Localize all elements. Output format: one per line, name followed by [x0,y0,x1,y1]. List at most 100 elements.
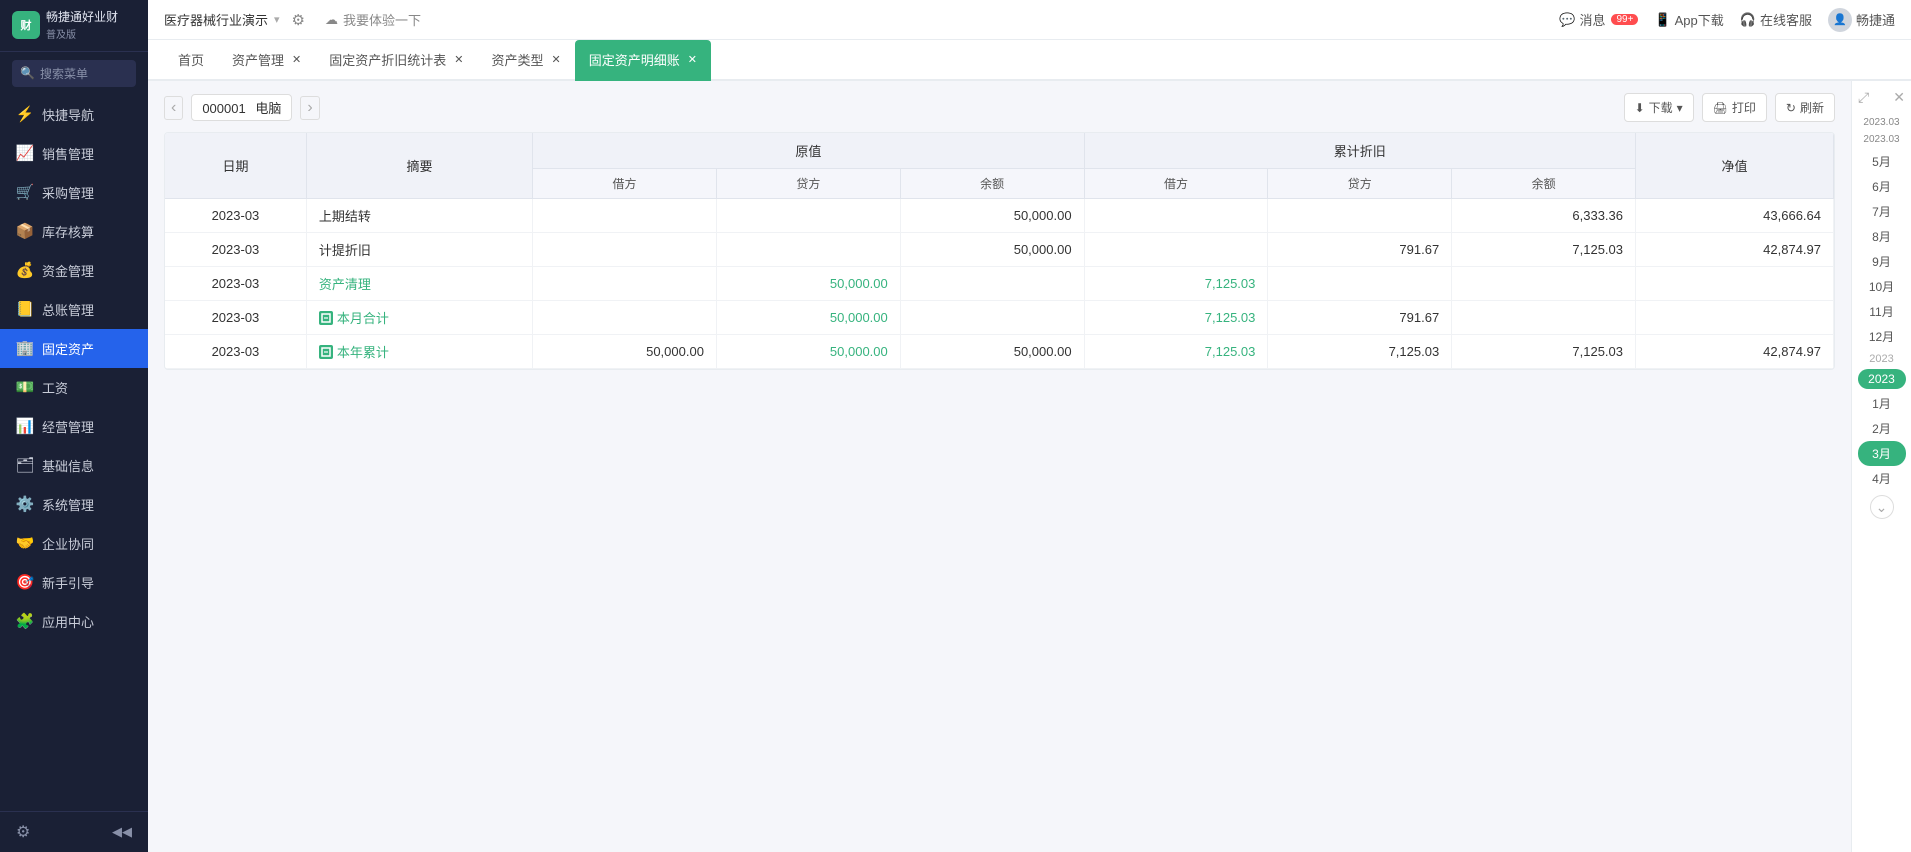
next-asset-button[interactable]: › [300,96,319,120]
tab-label: 资产管理 [232,50,284,69]
timeline-month[interactable]: 12月 [1858,324,1906,349]
sidebar-item-label: 总账管理 [42,300,94,319]
timeline-month[interactable]: 6月 [1858,174,1906,199]
cell-orig-debit [533,233,717,267]
app-download-button[interactable]: 📱 App下载 [1654,10,1723,29]
cell-net-value [1636,301,1834,335]
sidebar-item-basic-info[interactable]: 🗂 基础信息 [0,446,148,485]
timeline-month[interactable]: 5月 [1858,149,1906,174]
topbar-settings-icon[interactable]: ⚙ [292,11,305,29]
app-version: 普及版 [46,26,118,41]
sidebar-item-guide[interactable]: 🎯 新手引导 [0,563,148,602]
sidebar-search[interactable]: 🔍 搜索菜单 [12,60,136,87]
tab-asset-type[interactable]: 资产类型 ✕ [477,40,574,81]
sidebar-item-fund[interactable]: 💰 资金管理 [0,251,148,290]
ledger-icon: 📒 [16,300,34,318]
sidebar-scroll: 🔍 搜索菜单 ⚡ 快捷导航 📈 销售管理 🛒 采购管理 📦 库存核算 💰 资金管… [0,52,148,811]
timeline-month[interactable]: 7月 [1858,199,1906,224]
sidebar-item-salary[interactable]: 💵 工资 [0,368,148,407]
quick-nav-icon: ⚡ [16,105,34,123]
timeline-month[interactable]: 8月 [1858,224,1906,249]
tab-asset-mgmt[interactable]: 资产管理 ✕ [218,40,315,81]
refresh-button[interactable]: ↻ 刷新 [1775,93,1835,122]
cloud-icon: ☁ [325,12,338,28]
sidebar-item-app-center[interactable]: 🧩 应用中心 [0,602,148,641]
main-panel: ‹ 000001 电脑 › ⬇ 下载 ▾ 🖨 打印 [148,81,1851,852]
salary-icon: 💵 [16,378,34,396]
experience-button[interactable]: ☁ 我要体验一下 [325,10,421,29]
timeline-month[interactable]: 3月 [1858,441,1906,466]
cell-orig-balance: 50,000.00 [900,199,1084,233]
content-area: ‹ 000001 电脑 › ⬇ 下载 ▾ 🖨 打印 [148,81,1911,852]
print-button[interactable]: 🖨 打印 [1702,93,1767,122]
close-timeline-button[interactable]: ✕ [1893,89,1905,106]
sidebar-item-fixed-assets[interactable]: 🏢 固定资产 [0,329,148,368]
tab-close-icon[interactable]: ✕ [454,53,463,66]
business-icon: 📊 [16,417,34,435]
timeline-year-badge[interactable]: 2023 [1858,369,1906,389]
experience-label: 我要体验一下 [343,10,421,29]
message-button[interactable]: 💬 消息 99+ [1559,10,1638,29]
sidebar-item-label: 快捷导航 [42,105,94,124]
sidebar-item-label: 系统管理 [42,495,94,514]
sidebar-item-system[interactable]: ⚙️ 系统管理 [0,485,148,524]
cell-date: 2023-03 [165,301,306,335]
sidebar-item-business[interactable]: 📊 经营管理 [0,407,148,446]
timeline-month[interactable]: 2月 [1858,416,1906,441]
timeline-months-after: 1月2月3月4月 [1858,391,1906,491]
sidebar-item-label: 固定资产 [42,339,94,358]
online-service-label: 在线客服 [1760,10,1812,29]
print-label: 打印 [1732,99,1756,116]
tab-close-icon[interactable]: ✕ [688,53,697,66]
timeline-month[interactable]: 1月 [1858,391,1906,416]
cell-orig-debit [533,267,717,301]
enterprise-icon: 🤝 [16,534,34,552]
cell-net-value: 42,874.97 [1636,233,1834,267]
sidebar-item-inventory[interactable]: 📦 库存核算 [0,212,148,251]
prev-asset-button[interactable]: ‹ [164,96,183,120]
ledger-table: 日期 摘要 原值 累计折旧 净值 借方 贷方 余额 借方 贷方 余额 [165,133,1834,369]
sidebar-item-quick-nav[interactable]: ⚡ 快捷导航 [0,95,148,134]
sidebar-item-enterprise[interactable]: 🤝 企业协同 [0,524,148,563]
search-placeholder: 搜索菜单 [40,65,88,82]
basic-info-icon: 🗂 [16,456,34,474]
expand-timeline-button[interactable]: ⤢ [1858,89,1869,106]
company-selector[interactable]: 医疗器械行业演示 ▾ [164,10,280,29]
cell-acc-credit [1268,267,1452,301]
cell-net-value: 42,874.97 [1636,335,1834,369]
cell-orig-balance [900,301,1084,335]
col-acc-debit: 借方 [1084,169,1268,199]
settings-icon[interactable]: ⚙ [16,822,30,842]
download-icon: ⬇ [1635,101,1645,115]
cell-summary: 上期结转 [306,199,532,233]
cell-acc-debit [1084,199,1268,233]
cell-date: 2023-03 [165,233,306,267]
topbar-right: 💬 消息 99+ 📱 App下载 🎧 在线客服 👤 畅捷通 [1559,8,1895,32]
tab-depreciation-table[interactable]: 固定资产折旧统计表 ✕ [315,40,477,81]
tab-asset-ledger[interactable]: 固定资产明细账 ✕ [575,40,711,81]
sidebar: 财 畅捷通好业财 普及版 🔍 搜索菜单 ⚡ 快捷导航 📈 销售管理 🛒 采购管理… [0,0,148,852]
download-button[interactable]: ⬇ 下载 ▾ [1624,93,1694,122]
timeline-month[interactable]: 9月 [1858,249,1906,274]
online-service-button[interactable]: 🎧 在线客服 [1740,10,1812,29]
tab-close-icon[interactable]: ✕ [292,53,301,66]
timeline-scroll-down-button[interactable]: ⌄ [1870,495,1894,519]
sidebar-item-ledger[interactable]: 📒 总账管理 [0,290,148,329]
timeline-panel: ✕ ⤢ 2023.03 2023.03 5月6月7月8月9月10月11月12月 … [1851,81,1911,852]
cell-orig-credit: 50,000.00 [716,267,900,301]
collapse-sidebar-button[interactable]: ◀◀ [112,824,132,840]
user-menu[interactable]: 👤 畅捷通 [1828,8,1895,32]
table-row: 2023-03 资产清理 50,000.00 7,125.03 [165,267,1834,301]
asset-ledger-table: 日期 摘要 原值 累计折旧 净值 借方 贷方 余额 借方 贷方 余额 [164,132,1835,370]
tab-close-icon[interactable]: ✕ [552,53,561,66]
sidebar-item-sales[interactable]: 📈 销售管理 [0,134,148,173]
timeline-month[interactable]: 4月 [1858,466,1906,491]
tab-home[interactable]: 首页 [164,40,218,81]
timeline-header-sub: 2023.03 [1863,134,1899,145]
asset-name: 电脑 [255,101,281,116]
sidebar-item-purchase[interactable]: 🛒 采购管理 [0,173,148,212]
timeline-month[interactable]: 10月 [1858,274,1906,299]
timeline-month[interactable]: 11月 [1858,299,1906,324]
col-date: 日期 [165,133,306,199]
cell-acc-balance: 7,125.03 [1452,233,1636,267]
